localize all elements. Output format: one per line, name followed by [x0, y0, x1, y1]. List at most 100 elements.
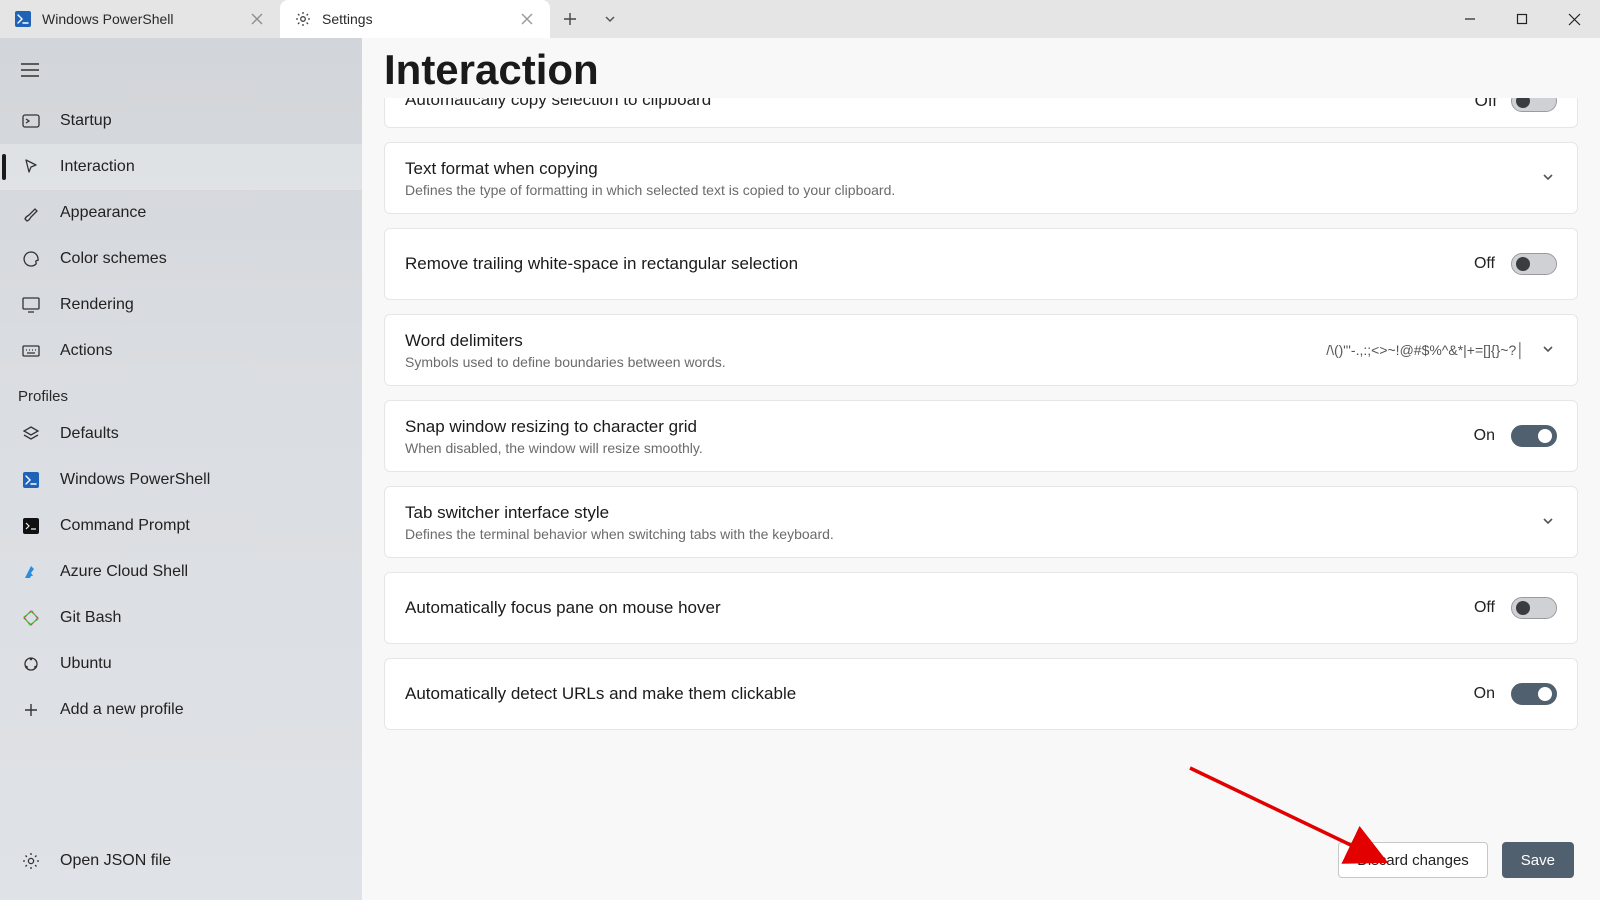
sidebar-item-label: Command Prompt	[60, 517, 190, 535]
footer-bar: Discard changes Save	[362, 820, 1600, 900]
gitbash-icon	[20, 607, 42, 629]
sidebar-item-label: Azure Cloud Shell	[60, 563, 188, 581]
toggle-switch[interactable]	[1511, 597, 1557, 619]
chevron-down-icon	[1541, 514, 1557, 530]
main-content: Interaction Automatically copy selection…	[362, 38, 1600, 900]
layers-icon	[20, 423, 42, 445]
save-button[interactable]: Save	[1502, 842, 1574, 878]
sidebar-item-label: Windows PowerShell	[60, 471, 210, 489]
sidebar-item-label: Appearance	[60, 204, 146, 222]
toggle-switch[interactable]	[1511, 98, 1557, 112]
title-bar: Windows PowerShell Settings	[0, 0, 1600, 38]
ubuntu-icon	[20, 653, 42, 675]
setting-row-auto-detect-urls[interactable]: Automatically detect URLs and make them …	[384, 658, 1578, 730]
sidebar-item-interaction[interactable]: Interaction	[0, 144, 362, 190]
close-icon[interactable]	[248, 10, 266, 28]
maximize-button[interactable]	[1496, 0, 1548, 38]
sidebar-item-profile-gitbash[interactable]: Git Bash	[0, 595, 362, 641]
setting-title: Tab switcher interface style	[405, 503, 834, 523]
sidebar-item-label: Rendering	[60, 296, 134, 314]
setting-row-auto-copy-clipboard-cutoff[interactable]: Automatically copy selection to clipboar…	[384, 98, 1578, 128]
setting-subtitle: Symbols used to define boundaries betwee…	[405, 354, 726, 370]
sidebar-item-label: Ubuntu	[60, 655, 112, 673]
sidebar-item-startup[interactable]: Startup	[0, 98, 362, 144]
setting-title: Automatically focus pane on mouse hover	[405, 598, 721, 618]
gear-icon	[20, 850, 42, 872]
sidebar-item-profile-azure[interactable]: Azure Cloud Shell	[0, 549, 362, 595]
sidebar-item-profile-ubuntu[interactable]: Ubuntu	[0, 641, 362, 687]
tab-settings[interactable]: Settings	[280, 0, 550, 38]
setting-row-text-format[interactable]: Text format when copying Defines the typ…	[384, 142, 1578, 214]
sidebar-item-appearance[interactable]: Appearance	[0, 190, 362, 236]
tab-powershell-label: Windows PowerShell	[42, 11, 238, 27]
toggle-state-label: On	[1474, 685, 1495, 703]
startup-icon	[20, 110, 42, 132]
powershell-icon	[14, 10, 32, 28]
azure-icon	[20, 561, 42, 583]
setting-row-tab-switcher-style[interactable]: Tab switcher interface style Defines the…	[384, 486, 1578, 558]
sidebar-item-defaults[interactable]: Defaults	[0, 411, 362, 457]
brush-icon	[20, 202, 42, 224]
setting-title: Automatically detect URLs and make them …	[405, 684, 796, 704]
sidebar: Startup Interaction Appearance Color sch…	[0, 38, 362, 900]
button-label: Save	[1521, 852, 1555, 869]
setting-title: Automatically copy selection to clipboar…	[405, 98, 711, 110]
sidebar-item-rendering[interactable]: Rendering	[0, 282, 362, 328]
sidebar-item-label: Git Bash	[60, 609, 121, 627]
setting-title: Word delimiters	[405, 331, 726, 351]
toggle-state-label: Off	[1474, 599, 1495, 617]
sidebar-item-profile-cmd[interactable]: Command Prompt	[0, 503, 362, 549]
setting-title: Remove trailing white-space in rectangul…	[405, 254, 798, 274]
toggle-state-label: Off	[1475, 98, 1497, 111]
chevron-down-icon	[1541, 342, 1557, 358]
sidebar-item-color-schemes[interactable]: Color schemes	[0, 236, 362, 282]
new-tab-button[interactable]	[550, 0, 590, 38]
setting-row-auto-focus-pane[interactable]: Automatically focus pane on mouse hover …	[384, 572, 1578, 644]
toggle-state-label: Off	[1474, 255, 1495, 273]
sidebar-item-add-profile[interactable]: Add a new profile	[0, 687, 362, 733]
discard-changes-button[interactable]: Discard changes	[1338, 842, 1488, 878]
minimize-button[interactable]	[1444, 0, 1496, 38]
sidebar-item-actions[interactable]: Actions	[0, 328, 362, 374]
setting-subtitle: Defines the type of formatting in which …	[405, 182, 895, 198]
toggle-switch[interactable]	[1511, 683, 1557, 705]
palette-icon	[20, 248, 42, 270]
sidebar-nav: Startup Interaction Appearance Color sch…	[0, 98, 362, 733]
toggle-switch[interactable]	[1511, 425, 1557, 447]
sidebar-item-label: Defaults	[60, 425, 119, 443]
setting-subtitle: Defines the terminal behavior when switc…	[405, 526, 834, 542]
keyboard-icon	[20, 340, 42, 362]
sidebar-item-label: Interaction	[60, 158, 135, 176]
sidebar-item-open-json[interactable]: Open JSON file	[0, 838, 362, 884]
button-label: Discard changes	[1357, 852, 1469, 869]
close-window-button[interactable]	[1548, 0, 1600, 38]
sidebar-item-profile-powershell[interactable]: Windows PowerShell	[0, 457, 362, 503]
gear-icon	[294, 10, 312, 28]
chevron-down-icon	[1541, 170, 1557, 186]
sidebar-item-label: Color schemes	[60, 250, 167, 268]
powershell-icon	[20, 469, 42, 491]
sidebar-item-label: Actions	[60, 342, 112, 360]
sidebar-item-label: Startup	[60, 112, 112, 130]
hamburger-menu-button[interactable]	[8, 48, 52, 92]
setting-row-remove-trailing[interactable]: Remove trailing white-space in rectangul…	[384, 228, 1578, 300]
window-controls	[1444, 0, 1600, 38]
tab-powershell[interactable]: Windows PowerShell	[0, 0, 280, 38]
sidebar-section-profiles: Profiles	[0, 374, 362, 411]
setting-value: /\()"'-.,:;<>~!@#$%^&*|+=[]{}~?│	[1326, 342, 1525, 358]
plus-icon	[20, 699, 42, 721]
toggle-switch[interactable]	[1511, 253, 1557, 275]
sidebar-item-label: Add a new profile	[60, 701, 184, 719]
settings-list: Automatically copy selection to clipboar…	[362, 98, 1600, 820]
close-icon[interactable]	[518, 10, 536, 28]
monitor-icon	[20, 294, 42, 316]
setting-title: Text format when copying	[405, 159, 895, 179]
page-title: Interaction	[362, 38, 1600, 98]
setting-title: Snap window resizing to character grid	[405, 417, 703, 437]
setting-row-snap-resize[interactable]: Snap window resizing to character grid W…	[384, 400, 1578, 472]
sidebar-item-label: Open JSON file	[60, 852, 171, 870]
cursor-icon	[20, 156, 42, 178]
setting-subtitle: When disabled, the window will resize sm…	[405, 440, 703, 456]
tab-dropdown-button[interactable]	[590, 0, 630, 38]
setting-row-word-delimiters[interactable]: Word delimiters Symbols used to define b…	[384, 314, 1578, 386]
